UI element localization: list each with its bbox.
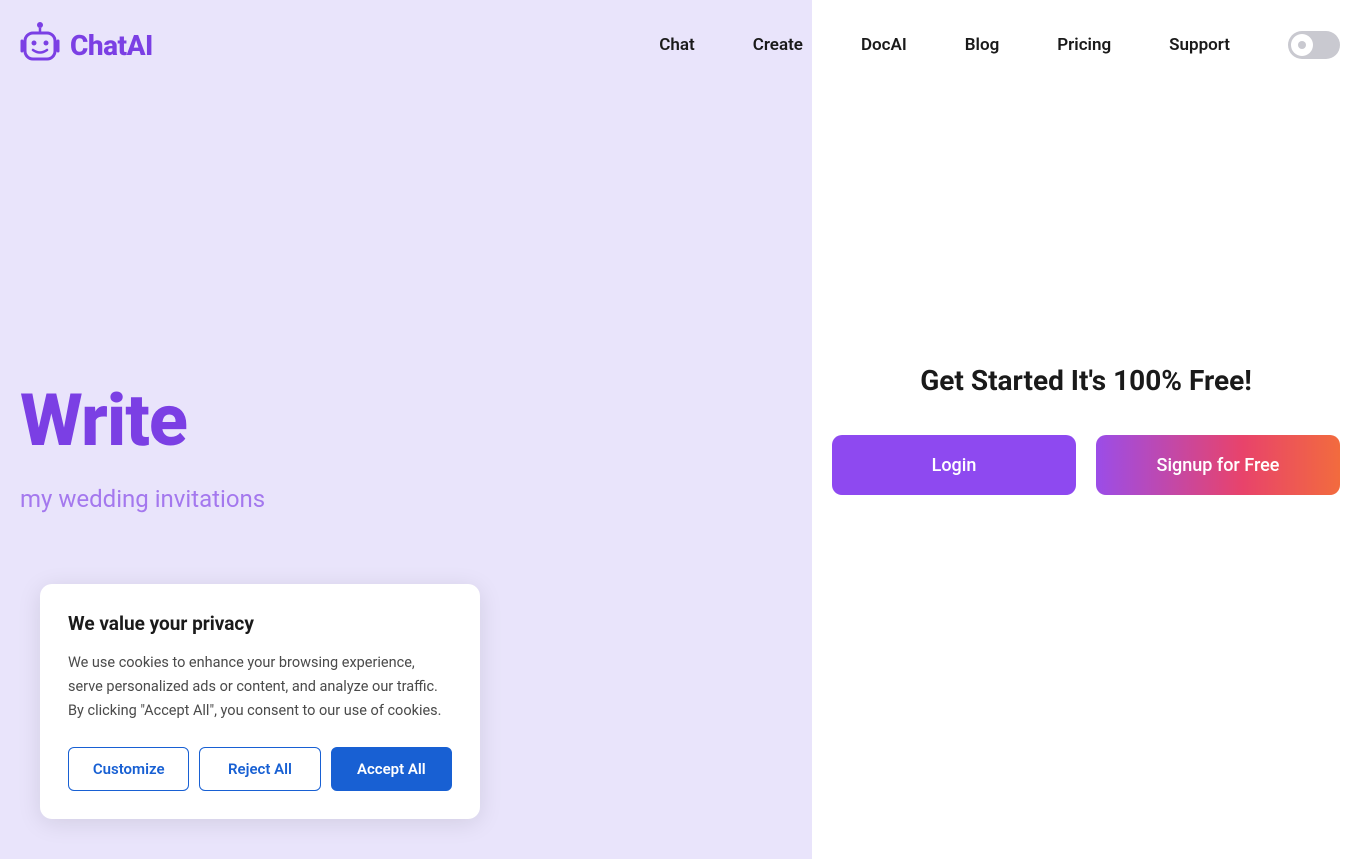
cta-title: Get Started It's 100% Free! xyxy=(832,364,1340,397)
hero-subtitle: my wedding invitations xyxy=(20,485,265,513)
main-nav: Chat Create DocAI Blog Pricing Support xyxy=(659,0,1340,90)
auth-panel: Get Started It's 100% Free! Login Signup… xyxy=(812,0,1360,859)
brand-name: ChatAI xyxy=(70,29,153,62)
cookie-title: We value your privacy xyxy=(68,612,452,635)
hero-content: Write my wedding invitations xyxy=(20,385,265,513)
theme-toggle[interactable] xyxy=(1288,31,1340,59)
login-button[interactable]: Login xyxy=(832,435,1076,495)
nav-pricing[interactable]: Pricing xyxy=(1057,35,1111,55)
cookie-customize-button[interactable]: Customize xyxy=(68,747,189,791)
nav-docai[interactable]: DocAI xyxy=(861,35,907,55)
cta-buttons: Login Signup for Free xyxy=(832,435,1340,495)
nav-support[interactable]: Support xyxy=(1169,35,1230,55)
nav-create[interactable]: Create xyxy=(753,35,803,55)
toggle-knob-icon xyxy=(1291,34,1313,56)
cookie-accept-button[interactable]: Accept All xyxy=(331,747,452,791)
cookie-reject-button[interactable]: Reject All xyxy=(199,747,320,791)
cookie-buttons: Customize Reject All Accept All xyxy=(68,747,452,791)
nav-chat[interactable]: Chat xyxy=(659,35,694,55)
cookie-text: We use cookies to enhance your browsing … xyxy=(68,651,452,723)
cta-section: Get Started It's 100% Free! Login Signup… xyxy=(812,364,1360,495)
robot-icon xyxy=(20,19,60,71)
hero-title: Write xyxy=(20,385,265,457)
nav-blog[interactable]: Blog xyxy=(965,35,1000,55)
cookie-banner: We value your privacy We use cookies to … xyxy=(40,584,480,819)
logo[interactable]: ChatAI xyxy=(20,19,153,71)
signup-button[interactable]: Signup for Free xyxy=(1096,435,1340,495)
